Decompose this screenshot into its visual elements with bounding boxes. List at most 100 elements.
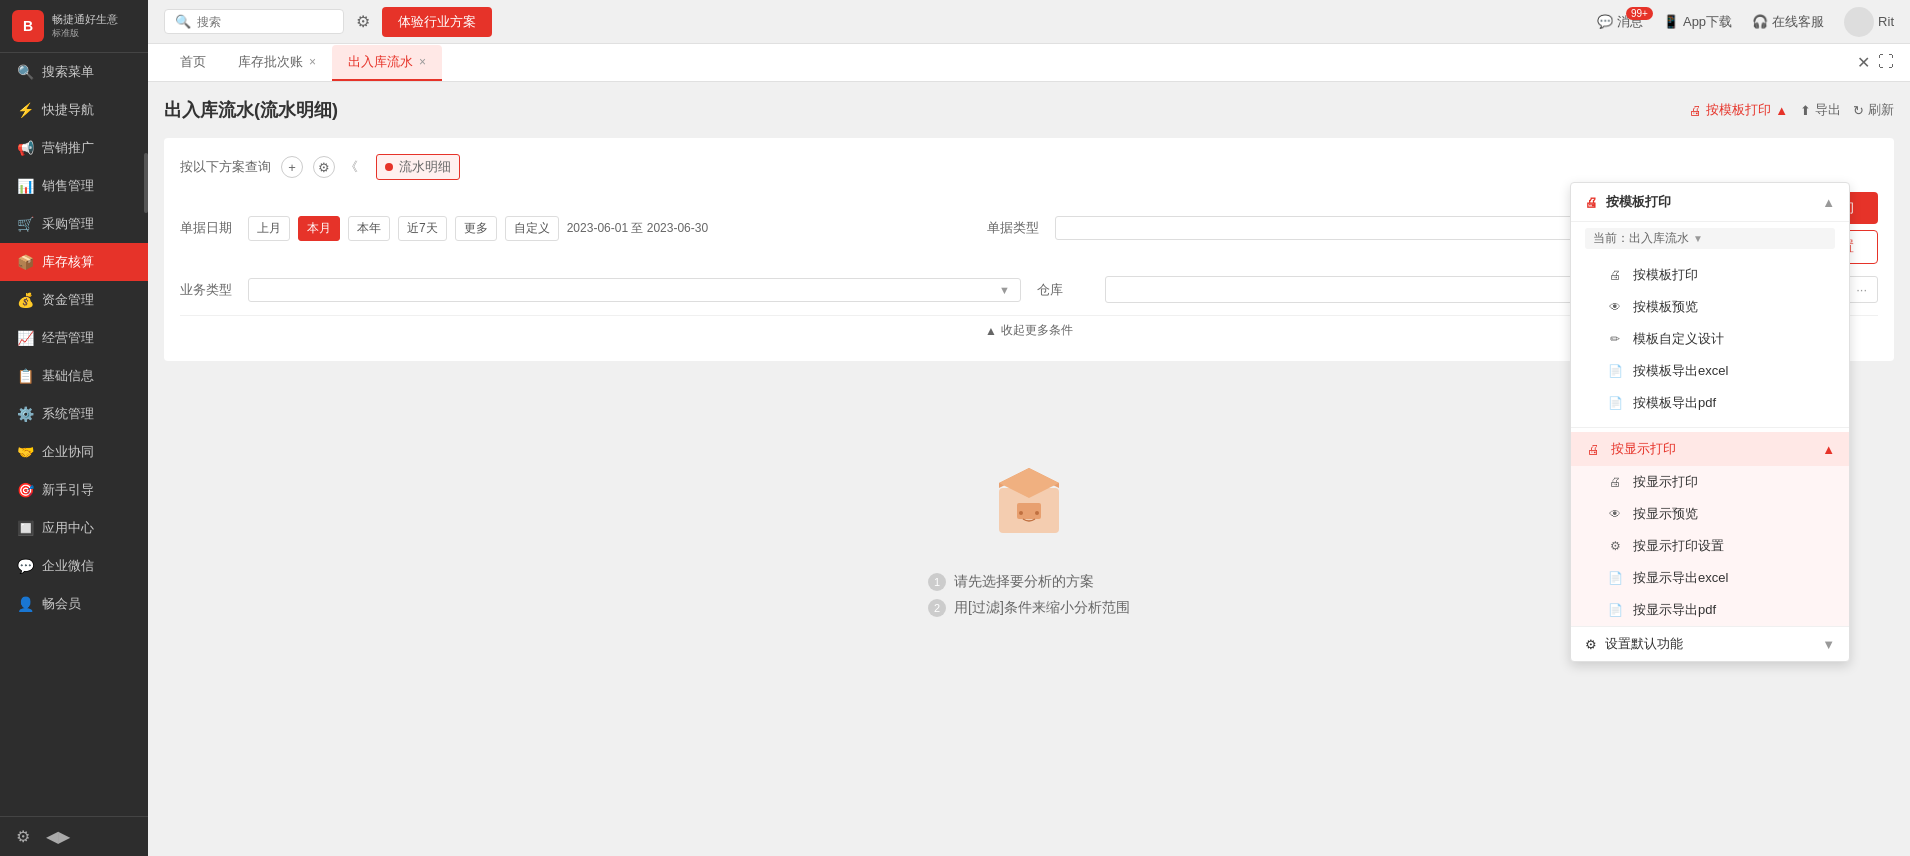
dropdown-item-template-preview[interactable]: 👁 按模板预览 bbox=[1571, 291, 1849, 323]
maximize-icon[interactable]: ⛶ bbox=[1878, 53, 1894, 72]
trial-button[interactable]: 体验行业方案 bbox=[382, 7, 492, 37]
current-tag-row: 当前：出入库流水 ▼ bbox=[1571, 222, 1849, 255]
search-box[interactable]: 🔍 bbox=[164, 9, 344, 34]
display-settings-label: 按显示打印设置 bbox=[1633, 537, 1724, 555]
page-title: 出入库流水(流水明细) bbox=[164, 98, 338, 122]
tab-batch-label: 库存批次账 bbox=[238, 53, 303, 71]
filter-warehouse-label: 仓库 bbox=[1037, 281, 1097, 299]
dropdown-item-display-pdf[interactable]: 📄 按显示导出pdf bbox=[1571, 594, 1849, 626]
filter-header: 按以下方案查询 + ⚙ 《 流水明细 bbox=[180, 154, 1878, 180]
sidebar-item-search[interactable]: 🔍 搜索菜单 bbox=[0, 53, 148, 91]
display-excel-icon: 📄 bbox=[1607, 570, 1623, 586]
sidebar-item-basic[interactable]: 📋 基础信息 bbox=[0, 357, 148, 395]
dropdown-item-display-excel[interactable]: 📄 按显示导出excel bbox=[1571, 562, 1849, 594]
sidebar-item-system[interactable]: ⚙️ 系统管理 bbox=[0, 395, 148, 433]
filter-business-arrow: ▼ bbox=[999, 284, 1010, 296]
user-avatar-area[interactable]: Rit bbox=[1844, 7, 1894, 37]
template-excel-icon: 📄 bbox=[1607, 363, 1623, 379]
avatar bbox=[1844, 7, 1874, 37]
sidebar-item-finance[interactable]: 💰 资金管理 bbox=[0, 281, 148, 319]
print-button[interactable]: 🖨 按模板打印 ▲ bbox=[1689, 101, 1788, 119]
export-button[interactable]: ⬆ 导出 bbox=[1800, 101, 1841, 119]
app-badge: 标准版 bbox=[52, 27, 118, 40]
username-label: Rit bbox=[1878, 14, 1894, 29]
dropdown-divider bbox=[1571, 427, 1849, 428]
display-print-icon: 🖨 bbox=[1607, 474, 1623, 490]
current-tag[interactable]: 当前：出入库流水 ▼ bbox=[1585, 228, 1835, 249]
sidebar-item-sales[interactable]: 📊 销售管理 bbox=[0, 167, 148, 205]
dropdown-item-template-print[interactable]: 🖨 按模板打印 bbox=[1571, 259, 1849, 291]
filter-business-select[interactable]: ▼ bbox=[248, 278, 1021, 302]
sidebar-item-operation[interactable]: 📈 经营管理 bbox=[0, 319, 148, 357]
sidebar-item-shortcut[interactable]: ⚡ 快捷导航 bbox=[0, 91, 148, 129]
filter-add-button[interactable]: + bbox=[281, 156, 303, 178]
display-section-icon: 🖨 bbox=[1585, 441, 1601, 457]
filter-date-more[interactable]: 更多 bbox=[455, 216, 497, 241]
refresh-button[interactable]: ↻ 刷新 bbox=[1853, 101, 1894, 119]
purchase-icon: 🛒 bbox=[16, 215, 34, 233]
sidebar-toggle-icon[interactable]: ◀▶ bbox=[46, 827, 70, 846]
minimize-icon[interactable]: ✕ bbox=[1857, 53, 1870, 72]
tab-flow[interactable]: 出入库流水 × bbox=[332, 45, 442, 81]
filter-date-custom[interactable]: 自定义 bbox=[505, 216, 559, 241]
settings-icon[interactable]: ⚙ bbox=[356, 12, 370, 31]
dropdown-item-display-print[interactable]: 🖨 按显示打印 bbox=[1571, 466, 1849, 498]
online-service-button[interactable]: 🎧 在线客服 bbox=[1752, 13, 1824, 31]
display-settings-icon: ⚙ bbox=[1607, 538, 1623, 554]
tab-home[interactable]: 首页 bbox=[164, 45, 222, 81]
collapse-label: 收起更多条件 bbox=[1001, 322, 1073, 339]
sidebar-item-label: 营销推广 bbox=[42, 139, 94, 157]
sidebar-item-member[interactable]: 👤 畅会员 bbox=[0, 585, 148, 623]
sidebar-item-label: 企业微信 bbox=[42, 557, 94, 575]
sidebar-item-purchase[interactable]: 🛒 采购管理 bbox=[0, 205, 148, 243]
filter-date-7days[interactable]: 近7天 bbox=[398, 216, 447, 241]
dropdown-item-template-custom[interactable]: ✏ 模板自定义设计 bbox=[1571, 323, 1849, 355]
template-print-icon: 🖨 bbox=[1607, 267, 1623, 283]
display-section-title: 按显示打印 bbox=[1611, 440, 1676, 458]
sidebar-item-cooperation[interactable]: 🤝 企业协同 bbox=[0, 433, 148, 471]
member-icon: 👤 bbox=[16, 595, 34, 613]
tab-flow-label: 出入库流水 bbox=[348, 53, 413, 71]
filter-date-buttons: 上月 本月 本年 近7天 更多 自定义 bbox=[248, 216, 559, 241]
display-preview-label: 按显示预览 bbox=[1633, 505, 1698, 523]
dropdown-item-template-excel[interactable]: 📄 按模板导出excel bbox=[1571, 355, 1849, 387]
filter-date-last-month[interactable]: 上月 bbox=[248, 216, 290, 241]
tab-batch[interactable]: 库存批次账 × bbox=[222, 45, 332, 81]
filter-date-this-month[interactable]: 本月 bbox=[298, 216, 340, 241]
print-arrow-icon: ▲ bbox=[1775, 103, 1788, 118]
tab-batch-close[interactable]: × bbox=[309, 55, 316, 69]
shortcut-icon: ⚡ bbox=[16, 101, 34, 119]
filter-date-item: 单据日期 上月 本月 本年 近7天 更多 自定义 2023-06-01 至 20… bbox=[180, 216, 971, 241]
display-print-section-header[interactable]: 🖨 按显示打印 ▲ bbox=[1571, 432, 1849, 466]
filter-settings-button[interactable]: ⚙ bbox=[313, 156, 335, 178]
sidebar-item-guide[interactable]: 🎯 新手引导 bbox=[0, 471, 148, 509]
filter-tag[interactable]: 流水明细 bbox=[376, 154, 460, 180]
topbar: 🔍 ⚙ 体验行业方案 💬 消息 99+ 📱 App下载 🎧 在线客服 Rit bbox=[148, 0, 1910, 44]
collapse-button[interactable]: ▲ 收起更多条件 bbox=[985, 322, 1073, 339]
cooperation-icon: 🤝 bbox=[16, 443, 34, 461]
app-download-button[interactable]: 📱 App下载 bbox=[1663, 13, 1732, 31]
filter-warehouse-more[interactable]: ··· bbox=[1856, 282, 1867, 297]
filter-date-this-year[interactable]: 本年 bbox=[348, 216, 390, 241]
filter-collapse-icon[interactable]: 《 bbox=[345, 158, 358, 176]
current-tag-arrow: ▼ bbox=[1693, 233, 1703, 244]
sidebar-item-wechat[interactable]: 💬 企业微信 bbox=[0, 547, 148, 585]
apps-icon: 🔲 bbox=[16, 519, 34, 537]
message-button[interactable]: 💬 消息 99+ bbox=[1597, 13, 1643, 31]
search-input[interactable] bbox=[197, 15, 317, 29]
sidebar-item-apps[interactable]: 🔲 应用中心 bbox=[0, 509, 148, 547]
sidebar-item-inventory[interactable]: 📦 库存核算 bbox=[0, 243, 148, 281]
dropdown-item-template-pdf[interactable]: 📄 按模板导出pdf bbox=[1571, 387, 1849, 419]
wechat-icon: 💬 bbox=[16, 557, 34, 575]
dropdown-item-display-settings[interactable]: ⚙ 按显示打印设置 bbox=[1571, 530, 1849, 562]
sidebar-item-label: 搜索菜单 bbox=[42, 63, 94, 81]
dropdown-close-icon[interactable]: ▲ bbox=[1822, 195, 1835, 210]
dropdown-item-display-preview[interactable]: 👁 按显示预览 bbox=[1571, 498, 1849, 530]
display-print-section: 🖨 按显示打印 ▲ 🖨 按显示打印 👁 按显示预览 ⚙ 按显示打印设置 bbox=[1571, 432, 1849, 626]
app-name: 畅捷通好生意 bbox=[52, 12, 118, 27]
sidebar-item-marketing[interactable]: 📢 营销推广 bbox=[0, 129, 148, 167]
display-pdf-icon: 📄 bbox=[1607, 602, 1623, 618]
settings-gear-icon[interactable]: ⚙ bbox=[16, 827, 30, 846]
tab-flow-close[interactable]: × bbox=[419, 55, 426, 69]
dropdown-footer[interactable]: ⚙ 设置默认功能 ▼ bbox=[1571, 626, 1849, 661]
